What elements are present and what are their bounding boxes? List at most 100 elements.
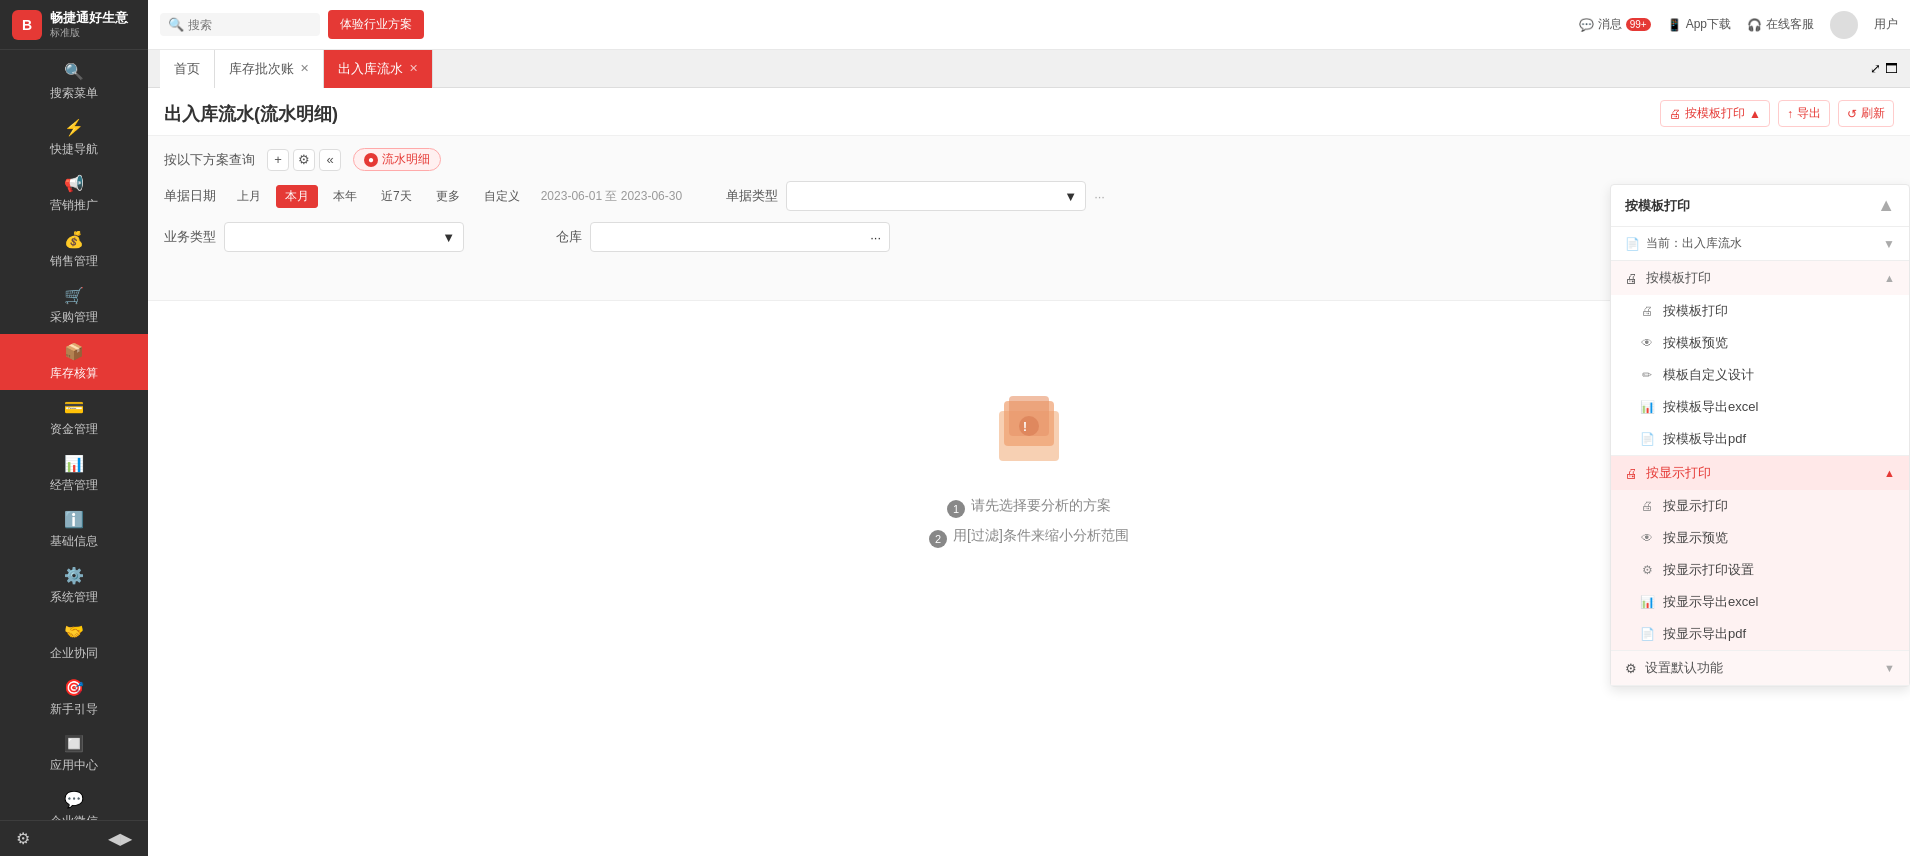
tab-inventory-flow-close[interactable]: ✕ bbox=[409, 62, 418, 75]
date-more[interactable]: 更多 bbox=[427, 185, 469, 208]
sidebar-item-sales[interactable]: 💰 销售管理 bbox=[0, 222, 148, 278]
dropdown-display-section: 🖨 按显示打印 ▲ 🖨 按显示打印 👁 按显示预览 ⚙ 按显示打印设置 bbox=[1611, 456, 1909, 651]
settings-icon[interactable]: ⚙ bbox=[16, 829, 30, 848]
tab-expand-button[interactable]: ⤢ 🗖 bbox=[1858, 61, 1910, 76]
business-type-select[interactable]: ▼ bbox=[224, 222, 464, 252]
hint1-number: 1 bbox=[947, 500, 965, 518]
message-button[interactable]: 💬 消息 99+ bbox=[1579, 16, 1651, 33]
doc-type-more-icon[interactable]: ··· bbox=[1094, 189, 1105, 204]
dropdown-chevron-up[interactable]: ▲ bbox=[1877, 195, 1895, 216]
dropdown-item-display-print-settings[interactable]: ⚙ 按显示打印设置 bbox=[1611, 554, 1909, 586]
app-center-icon: 🔲 bbox=[64, 734, 84, 753]
date-this-month[interactable]: 本月 bbox=[276, 185, 318, 208]
date-last-7days[interactable]: 近7天 bbox=[372, 185, 421, 208]
message-badge: 99+ bbox=[1626, 18, 1651, 31]
dropdown-header: 按模板打印 ▲ bbox=[1611, 185, 1909, 227]
doc-type-select[interactable]: ▼ bbox=[786, 181, 1086, 211]
dropdown-item-template-pdf[interactable]: 📄 按模板导出pdf bbox=[1611, 423, 1909, 455]
page-header: 出入库流水(流水明细) 🖨 按模板打印 ▲ ↑ 导出 ↺ 刷新 bbox=[148, 88, 1910, 136]
template-custom-label: 模板自定义设计 bbox=[1663, 366, 1754, 384]
empty-hint-2: 2 用[过滤]条件来缩小分析范围 bbox=[929, 527, 1129, 551]
collapse-sidebar-icon[interactable]: ◀▶ bbox=[108, 829, 132, 848]
filter-actions: + ⚙ « bbox=[267, 149, 341, 171]
main-wrapper: 🔍 体验行业方案 💬 消息 99+ 📱 App下载 🎧 在线客服 用户 bbox=[148, 0, 1910, 856]
export-button[interactable]: ↑ 导出 bbox=[1778, 100, 1830, 127]
message-icon: 💬 bbox=[1579, 18, 1594, 32]
display-print-settings-icon: ⚙ bbox=[1639, 562, 1655, 578]
dropdown-item-display-excel[interactable]: 📊 按显示导出excel bbox=[1611, 586, 1909, 618]
dropdown-item-display-pdf[interactable]: 📄 按显示导出pdf bbox=[1611, 618, 1909, 650]
tab-inventory-flow[interactable]: 出入库流水 ✕ bbox=[324, 50, 433, 88]
warehouse-select[interactable]: ··· bbox=[590, 222, 890, 252]
add-filter-button[interactable]: + bbox=[267, 149, 289, 171]
topbar: 🔍 体验行业方案 💬 消息 99+ 📱 App下载 🎧 在线客服 用户 bbox=[148, 0, 1910, 50]
filter-settings-button[interactable]: ⚙ bbox=[293, 149, 315, 171]
sidebar-item-label: 应用中心 bbox=[50, 757, 98, 774]
display-pdf-icon: 📄 bbox=[1639, 626, 1655, 642]
user-avatar[interactable] bbox=[1830, 11, 1858, 39]
business-type-chevron: ▼ bbox=[442, 230, 455, 245]
tabbar: 首页 库存批次账 ✕ 出入库流水 ✕ ⤢ 🗖 bbox=[148, 50, 1910, 88]
warehouse-more-icon: ··· bbox=[870, 230, 881, 245]
date-filter-group: 上月 本月 本年 近7天 更多 自定义 bbox=[228, 185, 529, 208]
filter-tag-icon: ● bbox=[364, 153, 378, 167]
dropdown-item-template-custom[interactable]: ✏ 模板自定义设计 bbox=[1611, 359, 1909, 391]
template-section-icon: 🖨 bbox=[1625, 271, 1638, 286]
date-custom[interactable]: 自定义 bbox=[475, 185, 529, 208]
sidebar-item-wechat[interactable]: 💬 企业微信 bbox=[0, 782, 148, 820]
collapse-filter-button[interactable]: « bbox=[319, 149, 341, 171]
dropdown-item-display-preview[interactable]: 👁 按显示预览 bbox=[1611, 522, 1909, 554]
sidebar-item-operation[interactable]: 📊 经营管理 bbox=[0, 446, 148, 502]
date-this-year[interactable]: 本年 bbox=[324, 185, 366, 208]
refresh-button[interactable]: ↺ 刷新 bbox=[1838, 100, 1894, 127]
tab-batch-account[interactable]: 库存批次账 ✕ bbox=[215, 50, 324, 88]
export-icon: ↑ bbox=[1787, 107, 1793, 121]
print-template-label: 按模板打印 bbox=[1685, 105, 1745, 122]
phone-icon: 📱 bbox=[1667, 18, 1682, 32]
template-preview-icon: 👁 bbox=[1639, 335, 1655, 351]
template-section-label: 按模板打印 bbox=[1646, 269, 1711, 287]
filter-tag-flow[interactable]: ● 流水明细 bbox=[353, 148, 441, 171]
template-section-header[interactable]: 🖨 按模板打印 ▲ bbox=[1611, 261, 1909, 295]
display-section-header[interactable]: 🖨 按显示打印 ▲ bbox=[1611, 456, 1909, 490]
sidebar-item-marketing[interactable]: 📢 营销推广 bbox=[0, 166, 148, 222]
purchase-icon: 🛒 bbox=[64, 286, 84, 305]
sidebar-item-search[interactable]: 🔍 搜索菜单 bbox=[0, 54, 148, 110]
date-last-month[interactable]: 上月 bbox=[228, 185, 270, 208]
dropdown-item-template-excel[interactable]: 📊 按模板导出excel bbox=[1611, 391, 1909, 423]
app-download-label: App下载 bbox=[1686, 16, 1731, 33]
topbar-search-box[interactable]: 🔍 bbox=[160, 13, 320, 36]
filter-scheme-label: 按以下方案查询 bbox=[164, 151, 255, 169]
display-excel-icon: 📊 bbox=[1639, 594, 1655, 610]
trial-industry-button[interactable]: 体验行业方案 bbox=[328, 10, 424, 39]
sidebar-item-purchase[interactable]: 🛒 采购管理 bbox=[0, 278, 148, 334]
tab-home[interactable]: 首页 bbox=[160, 50, 215, 88]
dropdown-item-display-print[interactable]: 🖨 按显示打印 bbox=[1611, 490, 1909, 522]
customer-service-button[interactable]: 🎧 在线客服 bbox=[1747, 16, 1814, 33]
sidebar-item-newbie[interactable]: 🎯 新手引导 bbox=[0, 670, 148, 726]
dropdown-item-template-preview[interactable]: 👁 按模板预览 bbox=[1611, 327, 1909, 359]
sidebar-bottom: ⚙ ◀▶ bbox=[0, 820, 148, 856]
sidebar-item-inventory[interactable]: 📦 库存核算 bbox=[0, 334, 148, 390]
operation-icon: 📊 bbox=[64, 454, 84, 473]
sidebar-item-basic[interactable]: ℹ️ 基础信息 bbox=[0, 502, 148, 558]
sidebar-item-system[interactable]: ⚙️ 系统管理 bbox=[0, 558, 148, 614]
print-template-button[interactable]: 🖨 按模板打印 ▲ bbox=[1660, 100, 1770, 127]
sidebar-item-finance[interactable]: 💳 资金管理 bbox=[0, 390, 148, 446]
hint1-text: 请先选择要分析的方案 bbox=[971, 497, 1111, 515]
sidebar-item-enterprise[interactable]: 🤝 企业协同 bbox=[0, 614, 148, 670]
sidebar-item-quick-nav[interactable]: ⚡ 快捷导航 bbox=[0, 110, 148, 166]
svg-point-3 bbox=[1019, 416, 1039, 436]
search-input[interactable] bbox=[188, 18, 312, 32]
dropdown-item-template-print[interactable]: 🖨 按模板打印 bbox=[1611, 295, 1909, 327]
app-logo: B 畅捷通好生意 标准版 bbox=[0, 0, 148, 50]
sidebar-item-label: 库存核算 bbox=[50, 365, 98, 382]
display-section-icon: 🖨 bbox=[1625, 466, 1638, 481]
collapse-icon: 🗖 bbox=[1885, 61, 1898, 76]
default-section-header[interactable]: ⚙ 设置默认功能 ▼ bbox=[1611, 651, 1909, 685]
app-download-button[interactable]: 📱 App下载 bbox=[1667, 16, 1731, 33]
tab-batch-account-close[interactable]: ✕ bbox=[300, 62, 309, 75]
display-preview-label: 按显示预览 bbox=[1663, 529, 1728, 547]
warehouse-label: 仓库 bbox=[556, 228, 582, 246]
sidebar-item-app-center[interactable]: 🔲 应用中心 bbox=[0, 726, 148, 782]
